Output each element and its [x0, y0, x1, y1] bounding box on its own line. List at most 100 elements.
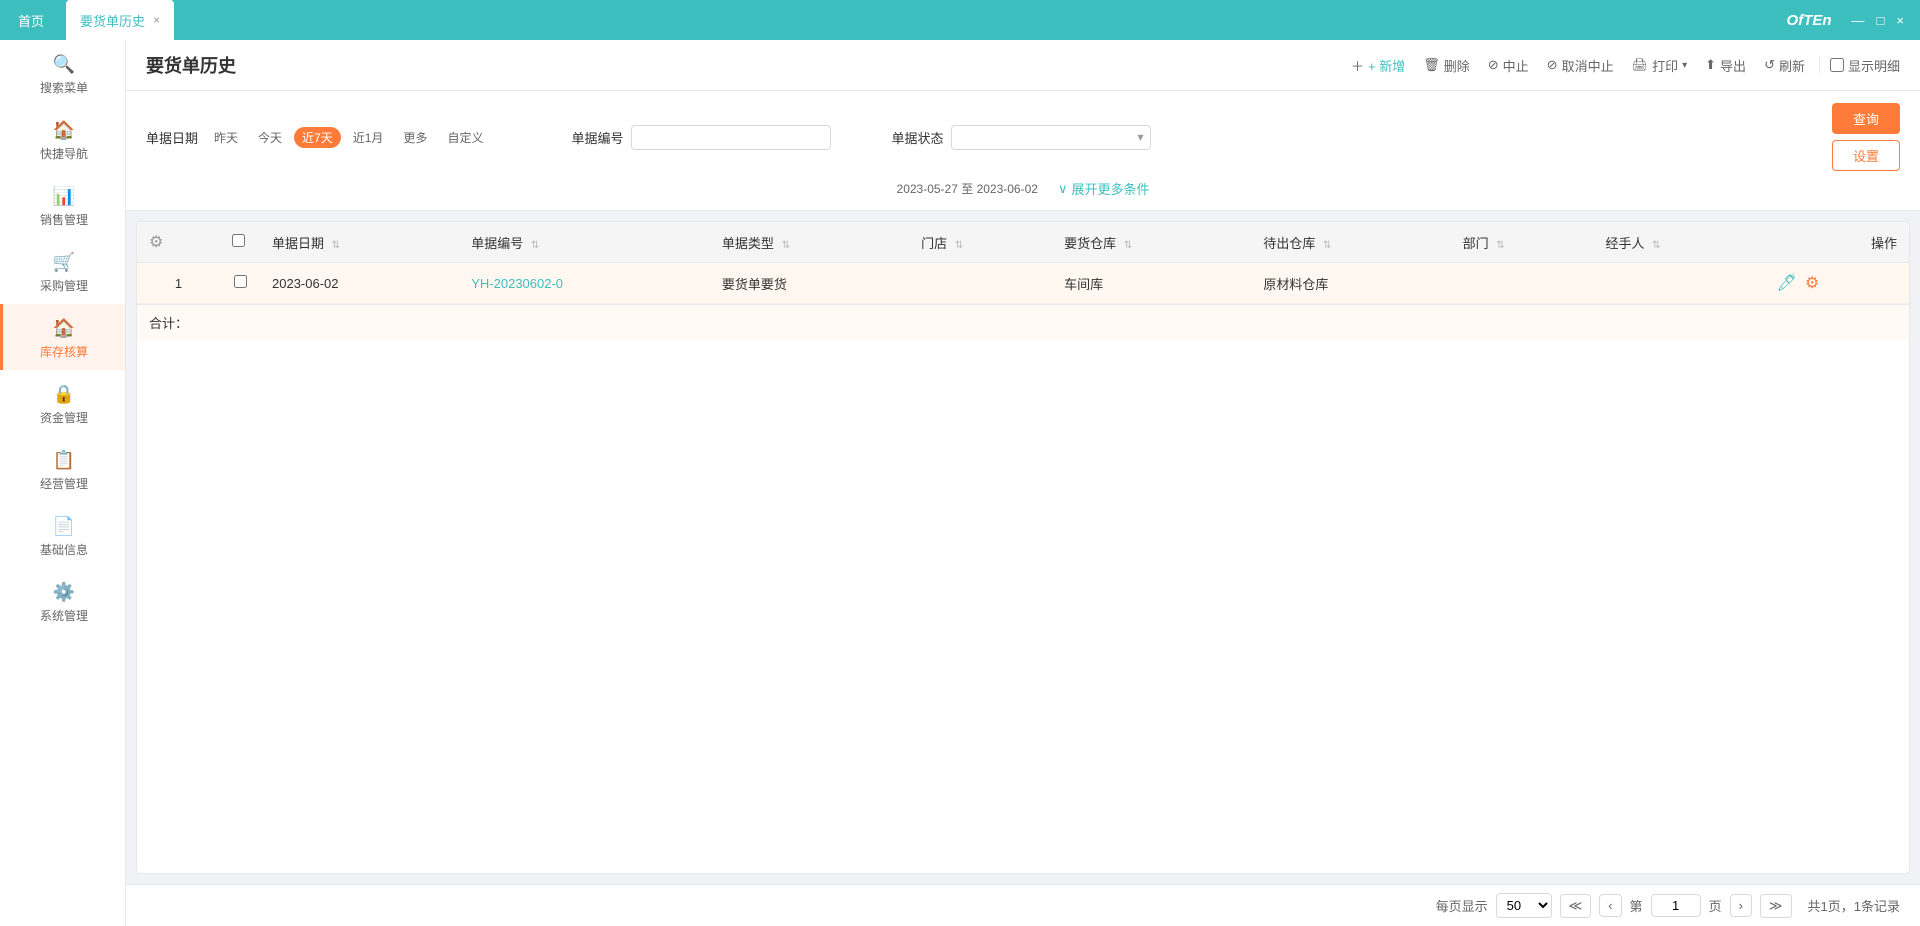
date-pill-1month[interactable]: 近1月 — [345, 127, 392, 148]
query-button[interactable]: 查询 — [1832, 103, 1900, 134]
print-icon: 🖨 — [1632, 57, 1649, 73]
setting-button[interactable]: 设置 — [1832, 140, 1900, 171]
refresh-button[interactable]: ↺ 刷新 — [1760, 54, 1809, 77]
export-label: 导出 — [1720, 56, 1746, 75]
tab-bar: 首页 要货单历史 × — [0, 0, 174, 40]
chevron-down-icon2: ∨ — [1058, 181, 1068, 197]
sort-req-icon[interactable]: ⇅ — [1124, 240, 1132, 251]
cell-action: 🖊 ⚙ — [1765, 263, 1909, 304]
next-page-btn[interactable]: › — [1730, 894, 1752, 917]
th-store-label: 门店 — [921, 236, 947, 251]
delete-button[interactable]: 🗑 删除 — [1419, 54, 1474, 77]
pagination: 每页显示 50 100 200 ≪ ‹ 第 页 › ≫ 共1页，1条记录 — [126, 884, 1920, 926]
sidebar-item-search[interactable]: 🔍 搜索菜单 — [0, 40, 125, 106]
cell-checkbox — [220, 263, 260, 304]
sidebar-item-operation-label: 经营管理 — [40, 475, 88, 492]
first-page-btn[interactable]: ≪ — [1560, 894, 1592, 918]
row-settings-icon[interactable]: ⚙ — [1805, 273, 1819, 293]
date-pill-today[interactable]: 今天 — [250, 127, 290, 148]
expand-label: 展开更多条件 — [1071, 179, 1149, 198]
bill-no-input[interactable] — [631, 125, 831, 150]
sort-dept-icon[interactable]: ⇅ — [1496, 240, 1504, 251]
th-checkbox — [220, 222, 260, 263]
sort-type-icon[interactable]: ⇅ — [782, 240, 790, 251]
home-icon: 🏠 — [53, 120, 75, 141]
select-all-checkbox[interactable] — [232, 234, 245, 247]
sidebar-item-purchase[interactable]: 🛒 采购管理 — [0, 238, 125, 304]
stop-button[interactable]: ⊘ 中止 — [1484, 54, 1533, 77]
th-handler-label: 经手人 — [1606, 236, 1645, 251]
sidebar-item-system-label: 系统管理 — [40, 607, 88, 624]
date-pill-custom[interactable]: 自定义 — [439, 127, 491, 148]
page-unit-label: 页 — [1709, 896, 1722, 915]
last-page-btn[interactable]: ≫ — [1760, 894, 1792, 918]
display-cell-checkbox[interactable] — [1830, 58, 1844, 72]
th-billno: 单据编号 ⇅ — [459, 222, 710, 263]
sidebar-item-basic[interactable]: 📄 基础信息 — [0, 502, 125, 568]
cell-date: 2023-06-02 — [260, 263, 459, 304]
sidebar-item-system[interactable]: ⚙️ 系统管理 — [0, 568, 125, 634]
delete-icon: 🗑 — [1423, 57, 1440, 73]
date-pills: 昨天 今天 近7天 近1月 更多 自定义 — [206, 127, 491, 148]
sidebar-item-nav-label: 快捷导航 — [40, 145, 88, 162]
window-maximize[interactable]: □ — [1877, 13, 1885, 28]
sidebar-item-sales[interactable]: 📊 销售管理 — [0, 172, 125, 238]
total-info: 共1页，1条记录 — [1808, 896, 1900, 915]
cell-type: 要货单要货 — [710, 263, 909, 304]
tab-home[interactable]: 首页 — [0, 0, 62, 40]
row-view-icon[interactable]: 🖊 — [1777, 273, 1797, 293]
date-pill-7days[interactable]: 近7天 — [294, 127, 341, 148]
filter-second-row: 2023-05-27 至 2023-06-02 ∨ 展开更多条件 — [146, 179, 1900, 198]
row-actions: 🖊 ⚙ — [1777, 273, 1897, 293]
window-minimize[interactable]: — — [1852, 13, 1865, 28]
window-close[interactable]: × — [1896, 13, 1904, 28]
sidebar-item-operation[interactable]: 📋 经营管理 — [0, 436, 125, 502]
th-action-label: 操作 — [1871, 236, 1897, 251]
cell-department — [1451, 263, 1594, 304]
top-bar: 首页 要货单历史 × OfTEn — □ × — [0, 0, 1920, 40]
cell-wait-warehouse: 原材料仓库 — [1251, 263, 1450, 304]
date-label: 单据日期 — [146, 128, 198, 147]
print-button[interactable]: 🖨 打印 ▾ — [1628, 54, 1692, 77]
cancel-stop-button[interactable]: ⊘ 取消中止 — [1543, 54, 1618, 77]
sort-date-icon[interactable]: ⇅ — [332, 240, 340, 251]
header-actions: ＋ + 新增 🗑 删除 ⊘ 中止 ⊘ 取消中止 🖨 打印 — [1347, 54, 1900, 89]
row-checkbox[interactable] — [234, 275, 247, 288]
sidebar-item-inventory[interactable]: 🏠 库存核算 — [0, 304, 125, 370]
cell-req-warehouse: 车间库 — [1052, 263, 1251, 304]
expand-button[interactable]: ∨ 展开更多条件 — [1058, 179, 1150, 198]
sidebar-item-finance[interactable]: 🔒 资金管理 — [0, 370, 125, 436]
date-range: 2023-05-27 至 2023-06-02 — [897, 180, 1038, 197]
page-number-input[interactable] — [1651, 894, 1701, 917]
bill-no-link[interactable]: YH-20230602-0 — [471, 276, 563, 291]
display-cell-button[interactable]: 显示明细 — [1830, 56, 1900, 75]
content-area: 要货单历史 ＋ + 新增 🗑 删除 ⊘ 中止 ⊘ 取消中止 — [126, 40, 1920, 926]
per-page-select[interactable]: 50 100 200 — [1496, 893, 1552, 918]
sort-store-icon[interactable]: ⇅ — [955, 240, 963, 251]
date-filter: 单据日期 昨天 今天 近7天 近1月 更多 自定义 — [146, 127, 491, 148]
status-select-wrap: ▾ — [951, 125, 1151, 150]
refresh-label: 刷新 — [1779, 56, 1805, 75]
prev-page-btn[interactable]: ‹ — [1599, 894, 1621, 917]
date-pill-yesterday[interactable]: 昨天 — [206, 127, 246, 148]
sort-billno-icon[interactable]: ⇅ — [531, 240, 539, 251]
sort-wait-icon[interactable]: ⇅ — [1323, 240, 1331, 251]
sort-handler-icon[interactable]: ⇅ — [1652, 240, 1660, 251]
table-row: 1 2023-06-02 YH-20230602-0 要货单要货 车间库 原材料… — [137, 263, 1909, 304]
cell-store — [909, 263, 1052, 304]
operation-icon: 📋 — [53, 450, 75, 471]
sidebar-item-inventory-label: 库存核算 — [40, 343, 88, 360]
add-button[interactable]: ＋ + 新增 — [1347, 54, 1409, 77]
filter-row: 单据日期 昨天 今天 近7天 近1月 更多 自定义 单据编号 单据状态 — [146, 103, 1900, 171]
main-layout: 🔍 搜索菜单 🏠 快捷导航 📊 销售管理 🛒 采购管理 🏠 库存核算 🔒 资金管… — [0, 40, 1920, 926]
gear-icon[interactable]: ⚙ — [149, 234, 163, 251]
th-wait-warehouse-label: 待出仓库 — [1263, 236, 1315, 251]
export-button[interactable]: ⬆ 导出 — [1701, 54, 1750, 77]
th-department-label: 部门 — [1463, 236, 1489, 251]
tab-active[interactable]: 要货单历史 × — [66, 0, 174, 40]
tab-close-icon[interactable]: × — [153, 13, 160, 27]
status-select[interactable] — [951, 125, 1151, 150]
date-pill-more[interactable]: 更多 — [395, 127, 435, 148]
sidebar-item-nav[interactable]: 🏠 快捷导航 — [0, 106, 125, 172]
page-title: 要货单历史 — [146, 52, 236, 90]
